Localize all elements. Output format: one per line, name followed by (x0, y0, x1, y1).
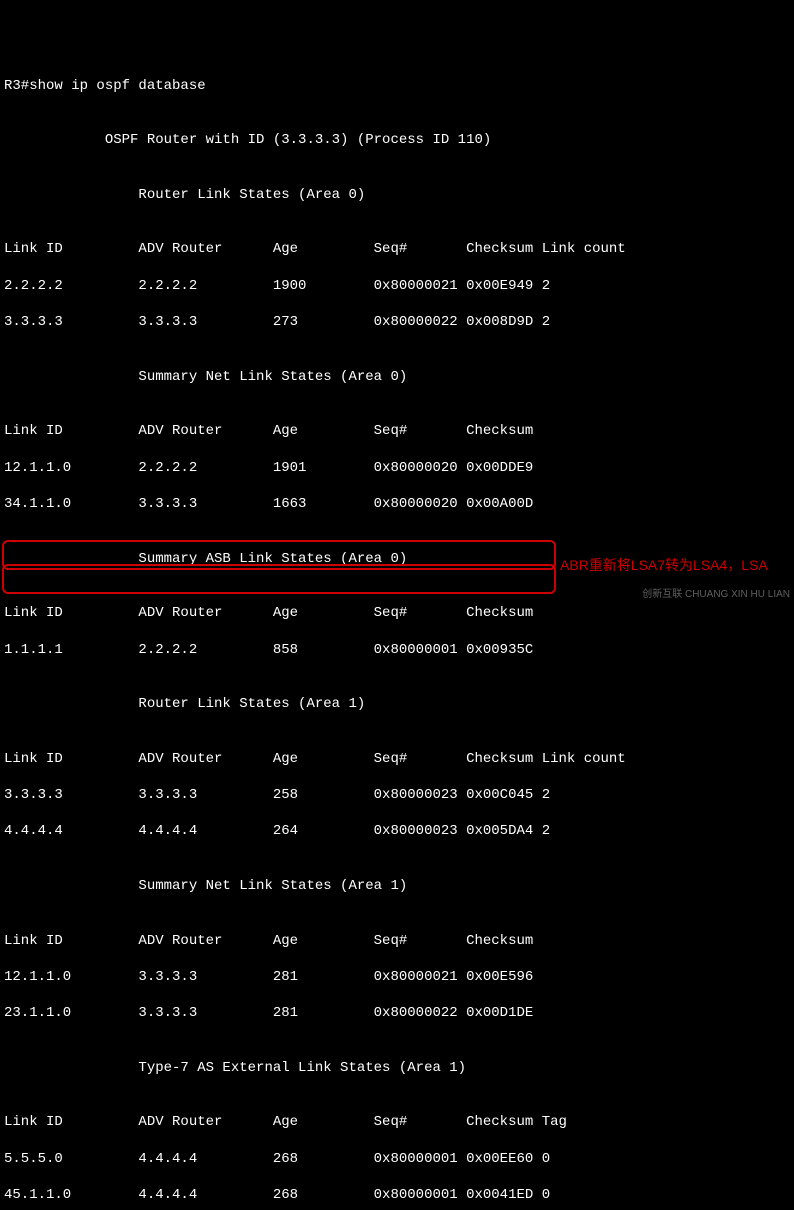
highlight-box-row3 (2, 564, 556, 594)
table-row: 2.2.2.2 2.2.2.2 1900 0x80000021 0x00E949… (4, 277, 790, 295)
annotation-text: ABR重新将LSA7转为LSA4，LSA (560, 556, 768, 574)
table-row: 3.3.3.3 3.3.3.3 258 0x80000023 0x00C045 … (4, 786, 790, 804)
table-row: 5.5.5.0 4.4.4.4 268 0x80000001 0x00EE60 … (4, 1150, 790, 1168)
table-row: 4.4.4.4 4.4.4.4 264 0x80000023 0x005DA4 … (4, 822, 790, 840)
table-header: Link ID ADV Router Age Seq# Checksum (4, 604, 790, 622)
cli-command: R3#show ip ospf database (4, 77, 790, 95)
table-header: Link ID ADV Router Age Seq# Checksum (4, 422, 790, 440)
table-row: 12.1.1.0 3.3.3.3 281 0x80000021 0x00E596 (4, 968, 790, 986)
table-row: 45.1.1.0 4.4.4.4 268 0x80000001 0x0041ED… (4, 1186, 790, 1204)
section-title-router-area0: Router Link States (Area 0) (4, 186, 790, 204)
table-row: 12.1.1.0 2.2.2.2 1901 0x80000020 0x00DDE… (4, 459, 790, 477)
table-header: Link ID ADV Router Age Seq# Checksum Lin… (4, 750, 790, 768)
section-title-summary-net-area1: Summary Net Link States (Area 1) (4, 877, 790, 895)
section-title-router-area1: Router Link States (Area 1) (4, 695, 790, 713)
table-header: Link ID ADV Router Age Seq# Checksum Lin… (4, 240, 790, 258)
section-title-type7-area1: Type-7 AS External Link States (Area 1) (4, 1059, 790, 1077)
table-header: Link ID ADV Router Age Seq# Checksum Tag (4, 1113, 790, 1131)
watermark-text: 创新互联 CHUANG XIN HU LIAN (642, 588, 790, 601)
section-title-summary-net-area0: Summary Net Link States (Area 0) (4, 368, 790, 386)
ospf-header: OSPF Router with ID (3.3.3.3) (Process I… (4, 131, 790, 149)
table-row: 34.1.1.0 3.3.3.3 1663 0x80000020 0x00A00… (4, 495, 790, 513)
table-header: Link ID ADV Router Age Seq# Checksum (4, 932, 790, 950)
table-row: 23.1.1.0 3.3.3.3 281 0x80000022 0x00D1DE (4, 1004, 790, 1022)
table-row: 3.3.3.3 3.3.3.3 273 0x80000022 0x008D9D … (4, 313, 790, 331)
table-row: 1.1.1.1 2.2.2.2 858 0x80000001 0x00935C (4, 641, 790, 659)
